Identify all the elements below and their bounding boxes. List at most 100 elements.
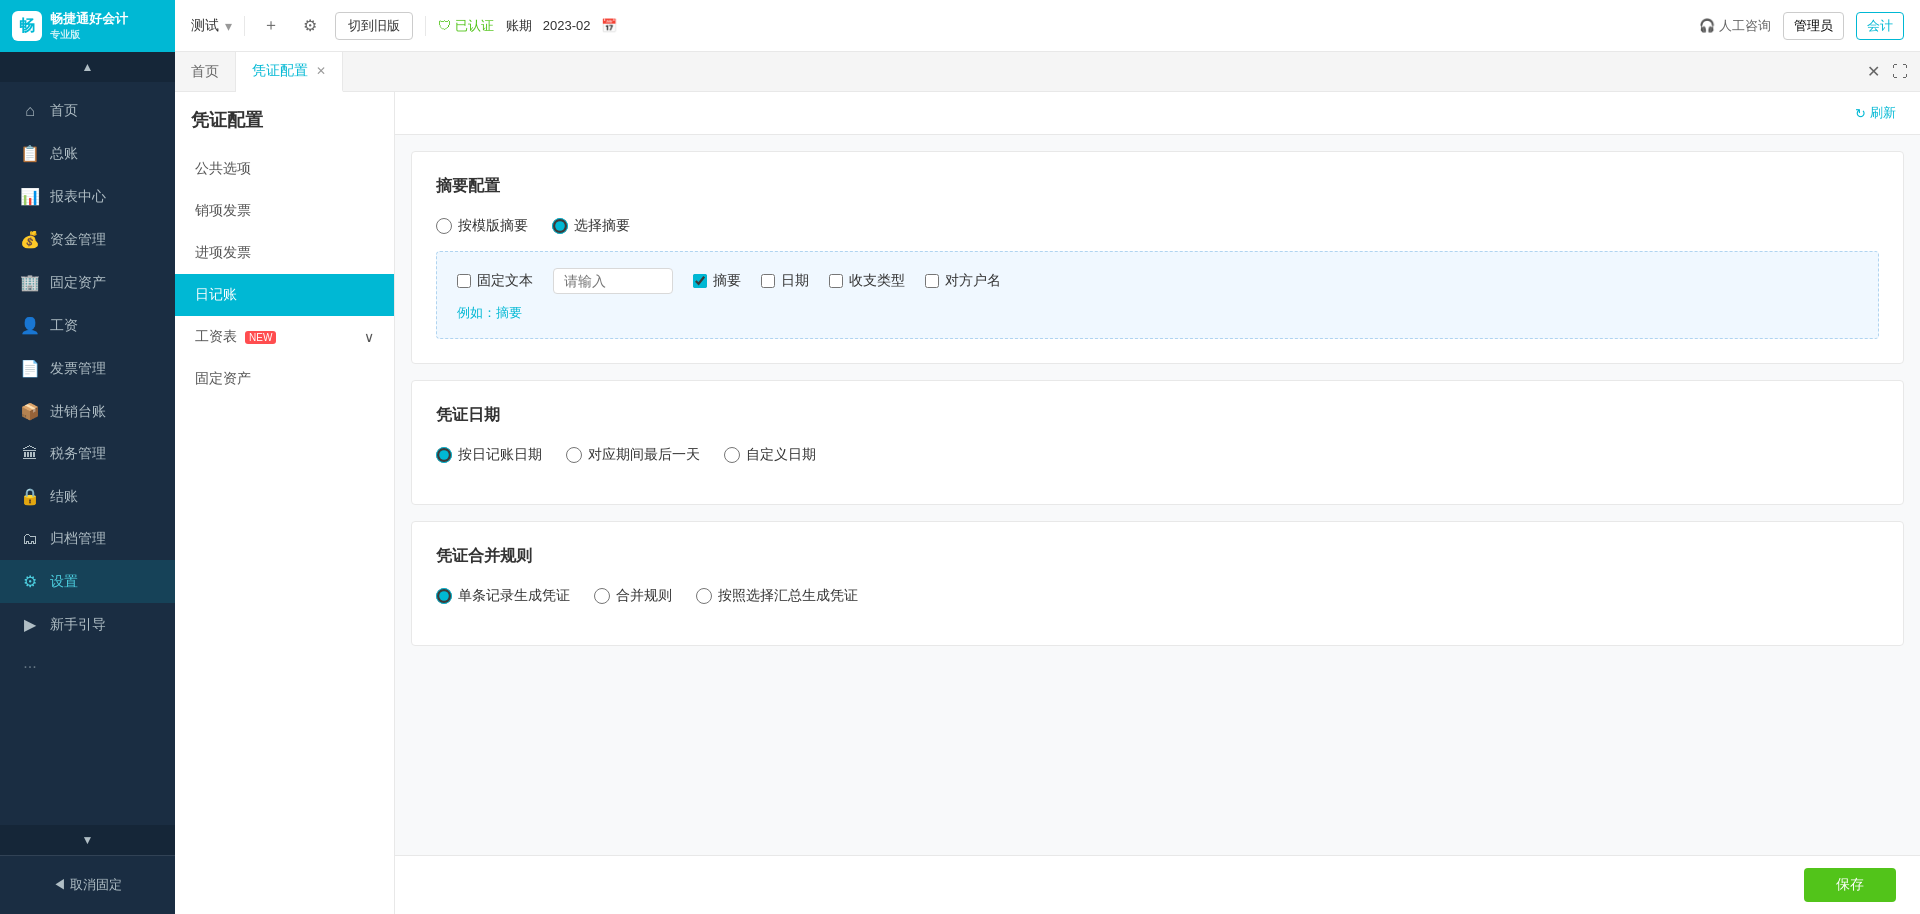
reports-icon: 📊 (20, 187, 40, 206)
radio-period-last-label[interactable]: 对应期间最后一天 (566, 446, 700, 464)
radio-summary-gen-label[interactable]: 按照选择汇总生成凭证 (696, 587, 858, 605)
sidebar-item-ledger[interactable]: 📋 总账 (0, 132, 175, 175)
topbar: 测试 ▾ ＋ ⚙ 切到旧版 🛡 已认证 账期 2023-02 📅 🎧 人工咨询 (175, 0, 1920, 52)
sidebar-item-invoices[interactable]: 📄 发票管理 (0, 347, 175, 390)
voucher-date-title: 凭证日期 (436, 405, 1879, 426)
period-info: 账期 2023-02 📅 (506, 17, 617, 35)
fixed-text-checkbox[interactable] (457, 274, 471, 288)
nav-item-fixed-assets[interactable]: 固定资产 (175, 358, 394, 400)
sidebar-item-more[interactable]: ··· (0, 646, 175, 688)
radio-journal-date-input[interactable] (436, 447, 452, 463)
sidebar-item-home[interactable]: ⌂ 首页 (0, 90, 175, 132)
radio-single-label[interactable]: 单条记录生成凭证 (436, 587, 570, 605)
voucher-date-section: 凭证日期 按日记账日期 对应期间最后一天 自定义日期 (411, 380, 1904, 505)
nav-item-sales-invoice[interactable]: 销项发票 (175, 190, 394, 232)
radio-custom-date-label[interactable]: 自定义日期 (724, 446, 816, 464)
date-checkbox-label[interactable]: 日期 (761, 272, 809, 290)
sidebar-scroll-down-btn[interactable]: ▼ (78, 829, 98, 851)
sidebar-item-wages[interactable]: 👤 工资 (0, 304, 175, 347)
sidebar-bottom: ◀ 取消固定 (0, 855, 175, 914)
role-btn[interactable]: 会计 (1856, 12, 1904, 40)
sidebar-item-guide[interactable]: ▶ 新手引导 (0, 603, 175, 646)
summary-config-section: 摘要配置 按模版摘要 选择摘要 (411, 151, 1904, 364)
fixed-text-checkbox-label[interactable]: 固定文本 (457, 272, 533, 290)
sidebar-item-label: 发票管理 (50, 360, 106, 378)
project-dropdown-icon[interactable]: ▾ (225, 18, 232, 34)
summary-options-box: 固定文本 摘要 日期 (436, 251, 1879, 339)
sidebar-item-close[interactable]: 🔒 结账 (0, 475, 175, 518)
sidebar-item-label: 工资 (50, 317, 78, 335)
sidebar-item-settings[interactable]: ⚙ 设置 (0, 560, 175, 603)
sidebar-item-label: 设置 (50, 573, 78, 591)
tab-close-window-btn[interactable]: ✕ (1863, 58, 1884, 85)
sidebar-item-label: 总账 (50, 145, 78, 163)
counterparty-checkbox[interactable] (925, 274, 939, 288)
nav-item-public[interactable]: 公共选项 (175, 148, 394, 190)
settings-btn[interactable]: ⚙ (297, 12, 323, 39)
summary-config-title: 摘要配置 (436, 176, 1879, 197)
radio-summary-gen-input[interactable] (696, 588, 712, 604)
radio-single-text: 单条记录生成凭证 (458, 587, 570, 605)
save-btn[interactable]: 保存 (1804, 868, 1896, 902)
summary-checkbox[interactable] (693, 274, 707, 288)
nav-public-label: 公共选项 (195, 160, 251, 178)
summary-checkbox-label[interactable]: 摘要 (693, 272, 741, 290)
project-name: 测试 (191, 17, 219, 35)
topbar-project: 测试 ▾ (191, 17, 232, 35)
sidebar-item-archive[interactable]: 🗂 归档管理 (0, 518, 175, 560)
tab-voucher-config-label: 凭证配置 (252, 62, 308, 80)
radio-select-input[interactable] (552, 218, 568, 234)
refresh-btn[interactable]: ↻ 刷新 (1855, 104, 1896, 122)
cancel-fixed-btn[interactable]: ◀ 取消固定 (0, 866, 175, 904)
switch-version-btn[interactable]: 切到旧版 (335, 12, 413, 40)
content-area: 凭证配置 公共选项 销项发票 进项发票 日记账 工资表 NEW ∨ 固定资 (175, 92, 1920, 914)
sidebar-item-label: 固定资产 (50, 274, 106, 292)
radio-custom-date-input[interactable] (724, 447, 740, 463)
fixed-text-input[interactable] (553, 268, 673, 294)
radio-select-label[interactable]: 选择摘要 (552, 217, 630, 235)
consult-label: 人工咨询 (1719, 17, 1771, 35)
refresh-icon: ↻ (1855, 106, 1866, 121)
counterparty-label: 对方户名 (945, 272, 1001, 290)
add-project-btn[interactable]: ＋ (257, 11, 285, 40)
calendar-icon[interactable]: 📅 (601, 18, 617, 33)
income-type-checkbox[interactable] (829, 274, 843, 288)
nav-item-journal[interactable]: 日记账 (175, 274, 394, 316)
radio-single-input[interactable] (436, 588, 452, 604)
consult-btn[interactable]: 🎧 人工咨询 (1699, 17, 1771, 35)
radio-template-label[interactable]: 按模版摘要 (436, 217, 528, 235)
verified-badge: 🛡 已认证 (438, 17, 494, 35)
tab-home-label: 首页 (191, 63, 219, 81)
radio-merge-input[interactable] (594, 588, 610, 604)
headphone-icon: 🎧 (1699, 18, 1715, 33)
nav-item-purchase-invoice[interactable]: 进项发票 (175, 232, 394, 274)
summary-options-row: 固定文本 摘要 日期 (457, 268, 1858, 294)
radio-journal-date-label[interactable]: 按日记账日期 (436, 446, 542, 464)
sidebar-item-sales[interactable]: 📦 进销台账 (0, 390, 175, 433)
sidebar-item-funds[interactable]: 💰 资金管理 (0, 218, 175, 261)
sidebar-item-reports[interactable]: 📊 报表中心 (0, 175, 175, 218)
logo-sub: 专业版 (50, 28, 128, 42)
example-text: 例如：摘要 (457, 304, 1858, 322)
tab-close-btn[interactable]: ✕ (316, 64, 326, 78)
nav-item-payroll[interactable]: 工资表 NEW ∨ (175, 316, 394, 358)
date-checkbox[interactable] (761, 274, 775, 288)
counterparty-checkbox-label[interactable]: 对方户名 (925, 272, 1001, 290)
sidebar-item-label: 新手引导 (50, 616, 106, 634)
income-type-checkbox-label[interactable]: 收支类型 (829, 272, 905, 290)
radio-merge-label[interactable]: 合并规则 (594, 587, 672, 605)
radio-merge-text: 合并规则 (616, 587, 672, 605)
tab-home[interactable]: 首页 (175, 52, 236, 92)
bottom-spacer (395, 662, 1920, 702)
archive-icon: 🗂 (20, 530, 40, 548)
voucher-date-radio-group: 按日记账日期 对应期间最后一天 自定义日期 (436, 446, 1879, 464)
radio-period-last-input[interactable] (566, 447, 582, 463)
sidebar-item-assets[interactable]: 🏢 固定资产 (0, 261, 175, 304)
sidebar-item-tax[interactable]: 🏛 税务管理 (0, 433, 175, 475)
user-btn[interactable]: 管理员 (1783, 12, 1844, 40)
radio-template-input[interactable] (436, 218, 452, 234)
tab-expand-btn[interactable]: ⛶ (1888, 59, 1912, 85)
tab-voucher-config[interactable]: 凭证配置 ✕ (236, 52, 343, 92)
sidebar-scroll-up-btn[interactable]: ▲ (78, 56, 98, 78)
nav-journal-label: 日记账 (195, 286, 237, 304)
